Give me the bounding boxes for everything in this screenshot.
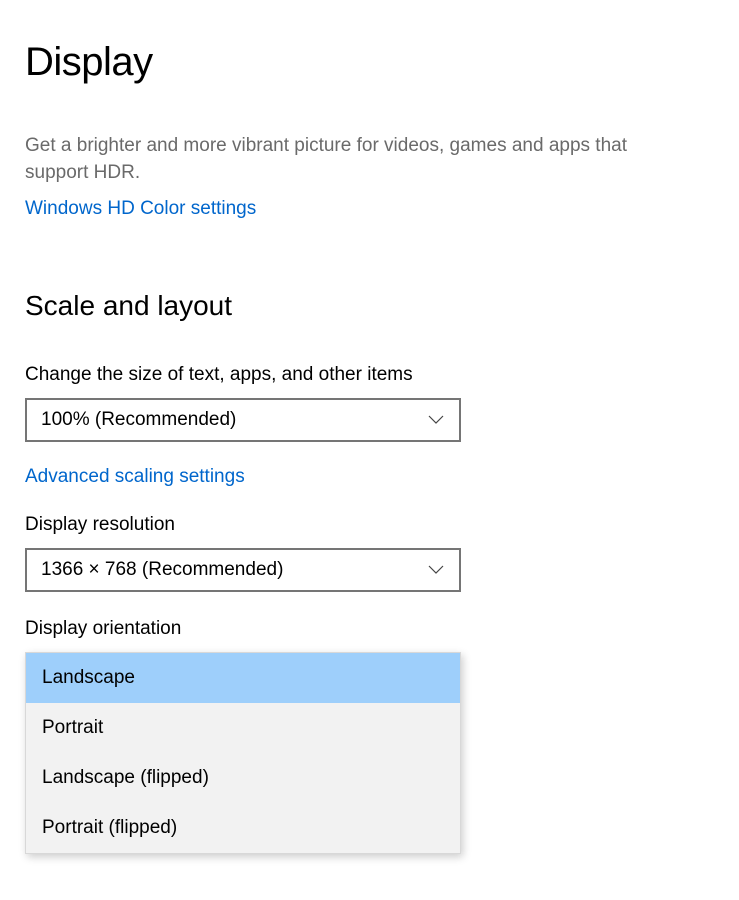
scale-label: Change the size of text, apps, and other… xyxy=(25,364,714,386)
chevron-down-icon xyxy=(427,561,445,579)
scale-dropdown[interactable]: 100% (Recommended) xyxy=(25,398,461,442)
scale-dropdown-value: 100% (Recommended) xyxy=(41,409,427,431)
chevron-down-icon xyxy=(427,411,445,429)
hd-color-settings-link[interactable]: Windows HD Color settings xyxy=(25,198,256,220)
resolution-dropdown[interactable]: 1366 × 768 (Recommended) xyxy=(25,548,461,592)
orientation-dropdown-list: Landscape Portrait Landscape (flipped) P… xyxy=(25,652,461,854)
hdr-description: Get a brighter and more vibrant picture … xyxy=(25,133,690,186)
scale-layout-heading: Scale and layout xyxy=(25,290,714,322)
orientation-option-portrait-flipped[interactable]: Portrait (flipped) xyxy=(26,803,460,853)
resolution-dropdown-value: 1366 × 768 (Recommended) xyxy=(41,559,427,581)
orientation-option-landscape-flipped[interactable]: Landscape (flipped) xyxy=(26,753,460,803)
orientation-option-portrait[interactable]: Portrait xyxy=(26,703,460,753)
page-title: Display xyxy=(25,40,714,85)
orientation-label: Display orientation xyxy=(25,618,714,640)
advanced-scaling-link[interactable]: Advanced scaling settings xyxy=(25,466,245,488)
orientation-option-landscape[interactable]: Landscape xyxy=(26,653,460,703)
resolution-label: Display resolution xyxy=(25,514,714,536)
